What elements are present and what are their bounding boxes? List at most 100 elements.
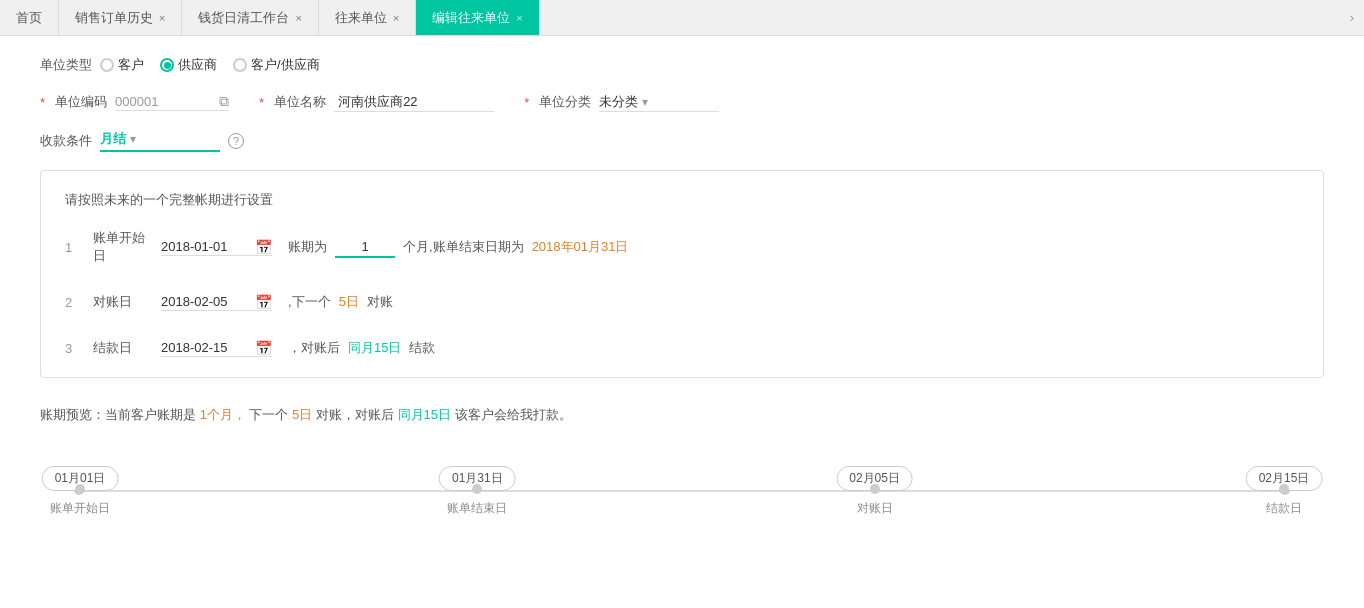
tab-bar: 首页 销售订单历史 × 钱货日清工作台 × 往来单位 × 编辑往来单位 × › <box>0 0 1364 36</box>
timeline-section: 01月01日 账单开始日 01月31日 账单结束日 02月05日 对账日 02月… <box>40 452 1324 552</box>
tl-node-2-label: 账单结束日 <box>447 500 507 517</box>
tl-node-3-dot <box>870 484 880 494</box>
tab-partner-unit-close[interactable]: × <box>393 12 399 24</box>
radio-customer-label: 客户 <box>118 56 144 74</box>
unit-code-input[interactable] <box>115 94 215 109</box>
tab-arrow[interactable]: › <box>1340 0 1364 35</box>
payment-group: 收款条件 月结 ▾ ? <box>40 130 244 152</box>
setting-row-2: 2 对账日 📅 ,下一个 5日 对账 <box>65 293 1299 311</box>
tl-node-3-label: 对账日 <box>857 500 893 517</box>
main-content: 单位类型 客户 供应商 客户/供应商 * 单位编码 <box>0 36 1364 608</box>
preview-settle-highlight: 同月15日 <box>398 407 451 422</box>
unit-type-row: 单位类型 客户 供应商 客户/供应商 <box>40 56 1324 74</box>
payment-chevron-icon: ▾ <box>130 132 136 146</box>
tab-cash-workbench-close[interactable]: × <box>295 12 301 24</box>
calendar-icon-2[interactable]: 📅 <box>255 294 272 310</box>
tab-sales-history[interactable]: 销售订单历史 × <box>59 0 182 35</box>
preview-prefix: 账期预览：当前客户账期是 <box>40 407 196 422</box>
unit-code-label: 单位编码 <box>55 93 107 111</box>
payment-label: 收款条件 <box>40 132 92 150</box>
unit-category-group: * 单位分类 未分类 ▾ <box>524 93 719 112</box>
tab-cash-workbench-label: 钱货日清工作台 <box>198 9 289 27</box>
tab-edit-partner[interactable]: 编辑往来单位 × <box>416 0 539 35</box>
row-num-2: 2 <box>65 295 85 310</box>
unit-category-select[interactable]: 未分类 ▾ <box>599 93 719 112</box>
radio-supplier-label: 供应商 <box>178 56 217 74</box>
unit-name-label: 单位名称 <box>274 93 326 111</box>
preview-section: 账期预览：当前客户账期是 1个月， 下一个 5日 对账，对账后 同月15日 该客… <box>40 394 1324 436</box>
period-suffix: 个月,账单结束日期为 <box>403 238 524 256</box>
preview-date-highlight: 5日 <box>292 407 312 422</box>
settle-prefix: ，对账后 <box>288 339 340 357</box>
tl-node-1-dot <box>75 484 85 494</box>
settle-date-input-wrap: 📅 <box>161 340 272 357</box>
setting-row-1: 1 账单开始日 📅 账期为 个月,账单结束日期为 2018年01月31日 <box>65 229 1299 265</box>
radio-supplier[interactable]: 供应商 <box>160 56 217 74</box>
setting-panel: 请按照未来的一个完整帐期进行设置 1 账单开始日 📅 账期为 个月,账单结束日期… <box>40 170 1324 378</box>
radio-customer-circle <box>100 58 114 72</box>
radio-customer[interactable]: 客户 <box>100 56 144 74</box>
reconcile-date-input-wrap: 📅 <box>161 294 272 311</box>
tl-node-2-dot <box>472 484 482 494</box>
tl-node-4-label: 结款日 <box>1266 500 1302 517</box>
row-label-1: 账单开始日 <box>93 229 153 265</box>
payment-value: 月结 <box>100 130 126 148</box>
tl-node-1-label: 账单开始日 <box>50 500 110 517</box>
start-date-input[interactable] <box>161 239 251 254</box>
unit-code-group: * 单位编码 ⧉ <box>40 93 229 111</box>
reconcile-prefix: ,下一个 <box>288 293 331 311</box>
settle-day-highlight: 同月15日 <box>348 339 401 357</box>
radio-supplier-circle <box>160 58 174 72</box>
tab-partner-unit[interactable]: 往来单位 × <box>319 0 416 35</box>
unit-code-star: * <box>40 95 45 110</box>
timeline-line <box>80 490 1284 492</box>
tab-home[interactable]: 首页 <box>0 0 59 35</box>
unit-category-label: 单位分类 <box>539 93 591 111</box>
tab-home-label: 首页 <box>16 9 42 27</box>
setting-row-3: 3 结款日 📅 ，对账后 同月15日 结款 <box>65 339 1299 357</box>
period-input[interactable] <box>335 237 395 258</box>
radio-both-label: 客户/供应商 <box>251 56 320 74</box>
radio-group: 客户 供应商 客户/供应商 <box>100 56 320 74</box>
calendar-icon-3[interactable]: 📅 <box>255 340 272 356</box>
unit-name-group: * 单位名称 <box>259 92 494 112</box>
settle-date-input[interactable] <box>161 340 251 355</box>
calendar-icon-1[interactable]: 📅 <box>255 239 272 255</box>
unit-code-input-wrap: ⧉ <box>115 93 229 111</box>
payment-row: 收款条件 月结 ▾ ? <box>40 130 1324 152</box>
copy-icon[interactable]: ⧉ <box>219 93 229 110</box>
preview-middle: 下一个 <box>249 407 288 422</box>
preview-suffix: 该客户会给我打款。 <box>455 407 572 422</box>
unit-category-value: 未分类 <box>599 93 638 111</box>
radio-both[interactable]: 客户/供应商 <box>233 56 320 74</box>
row-num-3: 3 <box>65 341 85 356</box>
tab-sales-history-close[interactable]: × <box>159 12 165 24</box>
row-num-1: 1 <box>65 240 85 255</box>
tab-partner-unit-label: 往来单位 <box>335 9 387 27</box>
unit-name-star: * <box>259 95 264 110</box>
reconcile-date-input[interactable] <box>161 294 251 309</box>
settle-suffix: 结款 <box>409 339 435 357</box>
tab-sales-history-label: 销售订单历史 <box>75 9 153 27</box>
tl-node-4-dot <box>1279 484 1289 494</box>
radio-both-circle <box>233 58 247 72</box>
help-icon[interactable]: ? <box>228 133 244 149</box>
preview-mid2: 对账，对账后 <box>316 407 394 422</box>
tab-edit-partner-close[interactable]: × <box>516 12 522 24</box>
reconcile-suffix: 对账 <box>367 293 393 311</box>
unit-name-input[interactable] <box>334 92 494 112</box>
end-date-highlight: 2018年01月31日 <box>532 238 629 256</box>
preview-period-highlight: 1个月， <box>200 407 246 422</box>
row-label-3: 结款日 <box>93 339 153 357</box>
unit-type-group: 单位类型 客户 供应商 客户/供应商 <box>40 56 320 74</box>
chevron-down-icon: ▾ <box>642 95 648 109</box>
start-date-input-wrap: 📅 <box>161 239 272 256</box>
unit-info-row: * 单位编码 ⧉ * 单位名称 * 单位分类 未分类 ▾ <box>40 92 1324 112</box>
tab-edit-partner-label: 编辑往来单位 <box>432 9 510 27</box>
reconcile-day-highlight: 5日 <box>339 293 359 311</box>
payment-select[interactable]: 月结 ▾ <box>100 130 220 152</box>
panel-title: 请按照未来的一个完整帐期进行设置 <box>65 191 1299 209</box>
row-label-2: 对账日 <box>93 293 153 311</box>
period-prefix: 账期为 <box>288 238 327 256</box>
tab-cash-workbench[interactable]: 钱货日清工作台 × <box>182 0 318 35</box>
